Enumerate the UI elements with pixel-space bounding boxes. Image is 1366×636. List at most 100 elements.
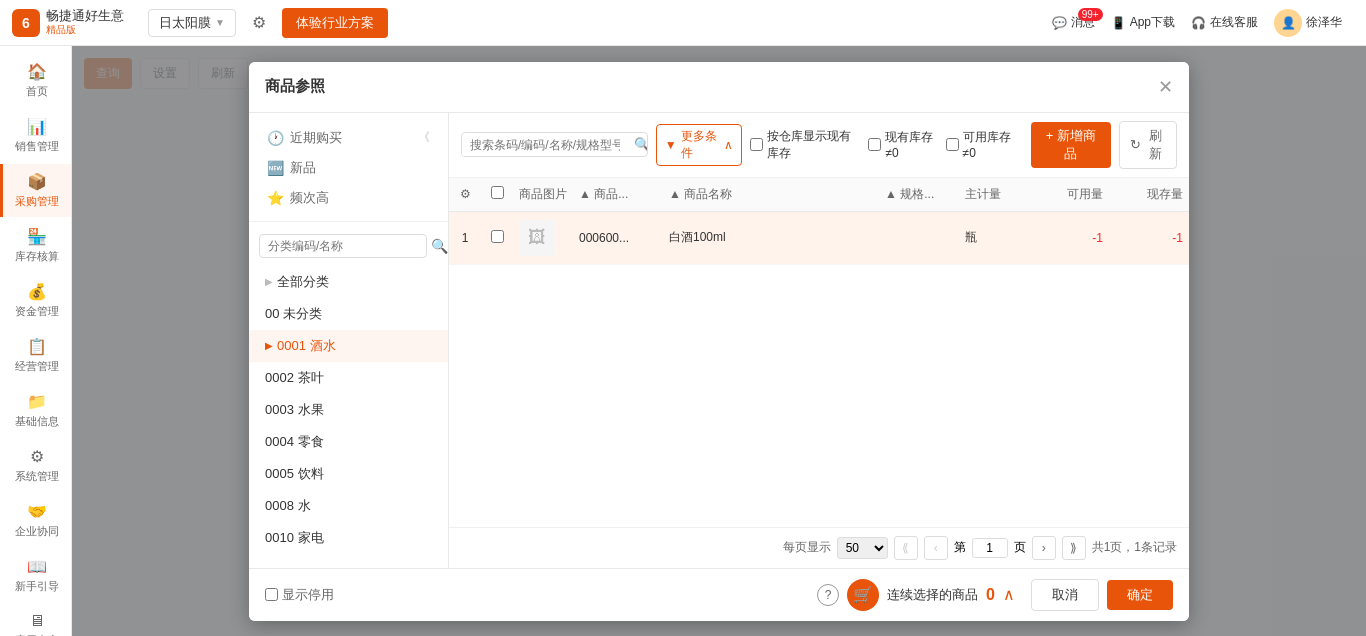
warehouse-filter[interactable]: 按仓库显示现有库存 bbox=[750, 128, 861, 162]
sidebar-item-purchase[interactable]: 📦 采购管理 bbox=[0, 164, 71, 217]
col-header-checkbox bbox=[481, 178, 513, 212]
modal-close-button[interactable]: ✕ bbox=[1158, 76, 1173, 98]
clock-icon: 🕐 bbox=[267, 130, 284, 146]
apps-icon: 🖥 bbox=[29, 612, 45, 630]
operations-icon: 📋 bbox=[27, 337, 47, 356]
sidebar-item-enterprise[interactable]: 🤝 企业协同 bbox=[0, 494, 71, 547]
category-item-fruit[interactable]: 0003 水果 bbox=[249, 394, 448, 426]
row-checkbox-cell[interactable] bbox=[481, 211, 513, 264]
settings-button[interactable]: ⚙ bbox=[244, 8, 274, 38]
warehouse-checkbox[interactable] bbox=[750, 138, 763, 151]
store-selector[interactable]: 日太阳膜 ▼ bbox=[148, 9, 236, 37]
collapse-button[interactable]: 《 bbox=[418, 129, 430, 146]
col-header-settings[interactable]: ⚙ bbox=[449, 178, 481, 212]
row-spec bbox=[879, 211, 959, 264]
sidebar-item-basics[interactable]: 📁 基础信息 bbox=[0, 384, 71, 437]
per-page-select[interactable]: 50 100 bbox=[837, 537, 888, 559]
table-row[interactable]: 1 🖼 000600... 白酒100ml bbox=[449, 211, 1189, 264]
cart-button[interactable]: 🛒 bbox=[847, 579, 879, 611]
col-header-stock[interactable]: 现存量 bbox=[1109, 178, 1189, 212]
page-number-input[interactable] bbox=[972, 538, 1008, 558]
category-label: 0005 饮料 bbox=[265, 465, 324, 483]
store-name: 日太阳膜 bbox=[159, 14, 211, 32]
category-item-appliances[interactable]: 0010 家电 bbox=[249, 522, 448, 554]
next-page-button[interactable]: › bbox=[1032, 536, 1056, 560]
quick-frequent[interactable]: ⭐ 频次高 bbox=[259, 183, 438, 213]
product-search-input[interactable] bbox=[462, 134, 628, 156]
category-search-input[interactable] bbox=[259, 234, 427, 258]
topbar-right: 💬 消息 99+ 📱 App下载 🎧 在线客服 👤 徐泽华 bbox=[1052, 9, 1354, 37]
stock-nonzero-checkbox[interactable] bbox=[868, 138, 881, 151]
col-header-spec[interactable]: ▲ 规格... bbox=[879, 178, 959, 212]
sidebar-item-home[interactable]: 🏠 首页 bbox=[0, 54, 71, 107]
prev-page-button[interactable]: ‹ bbox=[924, 536, 948, 560]
topbar-center: 日太阳膜 ▼ ⚙ 体验行业方案 bbox=[132, 8, 1052, 38]
category-item-uncategorized[interactable]: 00 未分类 bbox=[249, 298, 448, 330]
sidebar-item-label: 资金管理 bbox=[15, 304, 59, 319]
sidebar-item-finance[interactable]: 💰 资金管理 bbox=[0, 274, 71, 327]
service-button[interactable]: 🎧 在线客服 bbox=[1191, 14, 1258, 31]
usable-nonzero-checkbox[interactable] bbox=[946, 138, 959, 151]
sidebar-item-guide[interactable]: 📖 新手引导 bbox=[0, 549, 71, 602]
quick-recent-purchase[interactable]: 🕐 近期购买 《 bbox=[259, 123, 438, 153]
category-panel: 🕐 近期购买 《 🆕 新品 ⭐ 频次高 bbox=[249, 113, 449, 568]
sidebar-item-operations[interactable]: 📋 经营管理 bbox=[0, 329, 71, 382]
row-image-cell: 🖼 bbox=[513, 211, 573, 264]
filter-icon: ▼ bbox=[665, 138, 677, 152]
user-avatar: 👤 bbox=[1274, 9, 1302, 37]
col-header-name[interactable]: ▲ 商品名称 bbox=[663, 178, 879, 212]
last-page-button[interactable]: ⟫ bbox=[1062, 536, 1086, 560]
sidebar-item-inventory[interactable]: 🏪 库存核算 bbox=[0, 219, 71, 272]
add-product-button[interactable]: + 新增商品 bbox=[1031, 122, 1111, 168]
sidebar-item-label: 基础信息 bbox=[15, 414, 59, 429]
category-label: 00 未分类 bbox=[265, 305, 322, 323]
col-header-code[interactable]: ▲ 商品... bbox=[573, 178, 663, 212]
category-item-tea[interactable]: 0002 茶叶 bbox=[249, 362, 448, 394]
app-download-button[interactable]: 📱 App下载 bbox=[1111, 14, 1175, 31]
category-item-liquor[interactable]: ▶ 0001 酒水 bbox=[249, 330, 448, 362]
category-item-all[interactable]: ▶ 全部分类 bbox=[249, 266, 448, 298]
category-label: 0010 家电 bbox=[265, 529, 324, 547]
col-header-unit[interactable]: 主计量 bbox=[959, 178, 1029, 212]
system-icon: ⚙ bbox=[30, 447, 44, 466]
page-label: 第 bbox=[954, 539, 966, 556]
sidebar-item-system[interactable]: ⚙ 系统管理 bbox=[0, 439, 71, 492]
product-list-panel: 🔍 ▼ 更多条件 ∧ 按仓库显示现有库存 bbox=[449, 113, 1189, 568]
refresh-button[interactable]: ↻ 刷新 bbox=[1119, 121, 1177, 169]
select-all-checkbox[interactable] bbox=[491, 186, 504, 199]
row-checkbox[interactable] bbox=[491, 230, 504, 243]
show-disabled-checkbox[interactable] bbox=[265, 588, 278, 601]
logo-text: 畅捷通好生意 bbox=[46, 8, 124, 24]
category-label: 0001 酒水 bbox=[277, 337, 336, 355]
category-list: ▶ 全部分类 00 未分类 ▶ 0001 酒水 0002 茶 bbox=[249, 262, 448, 558]
confirm-button[interactable]: 确定 bbox=[1107, 580, 1173, 610]
stock-nonzero-filter[interactable]: 现有库存≠0 bbox=[868, 129, 937, 160]
experience-button[interactable]: 体验行业方案 bbox=[282, 8, 388, 38]
sidebar-item-label: 首页 bbox=[26, 84, 48, 99]
cart-collapse-icon[interactable]: ∧ bbox=[1003, 585, 1015, 604]
help-button[interactable]: ? bbox=[817, 584, 839, 606]
user-area[interactable]: 👤 徐泽华 bbox=[1274, 9, 1342, 37]
modal-title: 商品参照 bbox=[265, 77, 325, 96]
category-item-snacks[interactable]: 0004 零食 bbox=[249, 426, 448, 458]
divider bbox=[249, 221, 448, 222]
more-filters-button[interactable]: ▼ 更多条件 ∧ bbox=[656, 124, 742, 166]
show-disabled-label[interactable]: 显示停用 bbox=[265, 586, 334, 604]
quick-new-products[interactable]: 🆕 新品 bbox=[259, 153, 438, 183]
product-search-button[interactable]: 🔍 bbox=[628, 133, 648, 156]
category-search-icon[interactable]: 🔍 bbox=[431, 238, 448, 254]
category-item-water[interactable]: 0008 水 bbox=[249, 490, 448, 522]
col-header-available[interactable]: 可用量 bbox=[1029, 178, 1109, 212]
sidebar-item-sales[interactable]: 📊 销售管理 bbox=[0, 109, 71, 162]
first-page-button[interactable]: ⟪ bbox=[894, 536, 918, 560]
message-button[interactable]: 💬 消息 99+ bbox=[1052, 14, 1095, 31]
product-table: ⚙ 商品图片 ▲ 商品... bbox=[449, 178, 1189, 265]
sidebar-item-apps[interactable]: 🖥 应用中心 bbox=[0, 604, 71, 636]
category-item-beverages[interactable]: 0005 饮料 bbox=[249, 458, 448, 490]
usable-nonzero-filter[interactable]: 可用库存≠0 bbox=[946, 129, 1015, 160]
row-num: 1 bbox=[449, 211, 481, 264]
logo-area: 6 畅捷通好生意 精品版 bbox=[12, 8, 132, 38]
expand-icon: ▶ bbox=[265, 340, 273, 351]
row-stock: -1 bbox=[1109, 211, 1189, 264]
cancel-button[interactable]: 取消 bbox=[1031, 579, 1099, 611]
